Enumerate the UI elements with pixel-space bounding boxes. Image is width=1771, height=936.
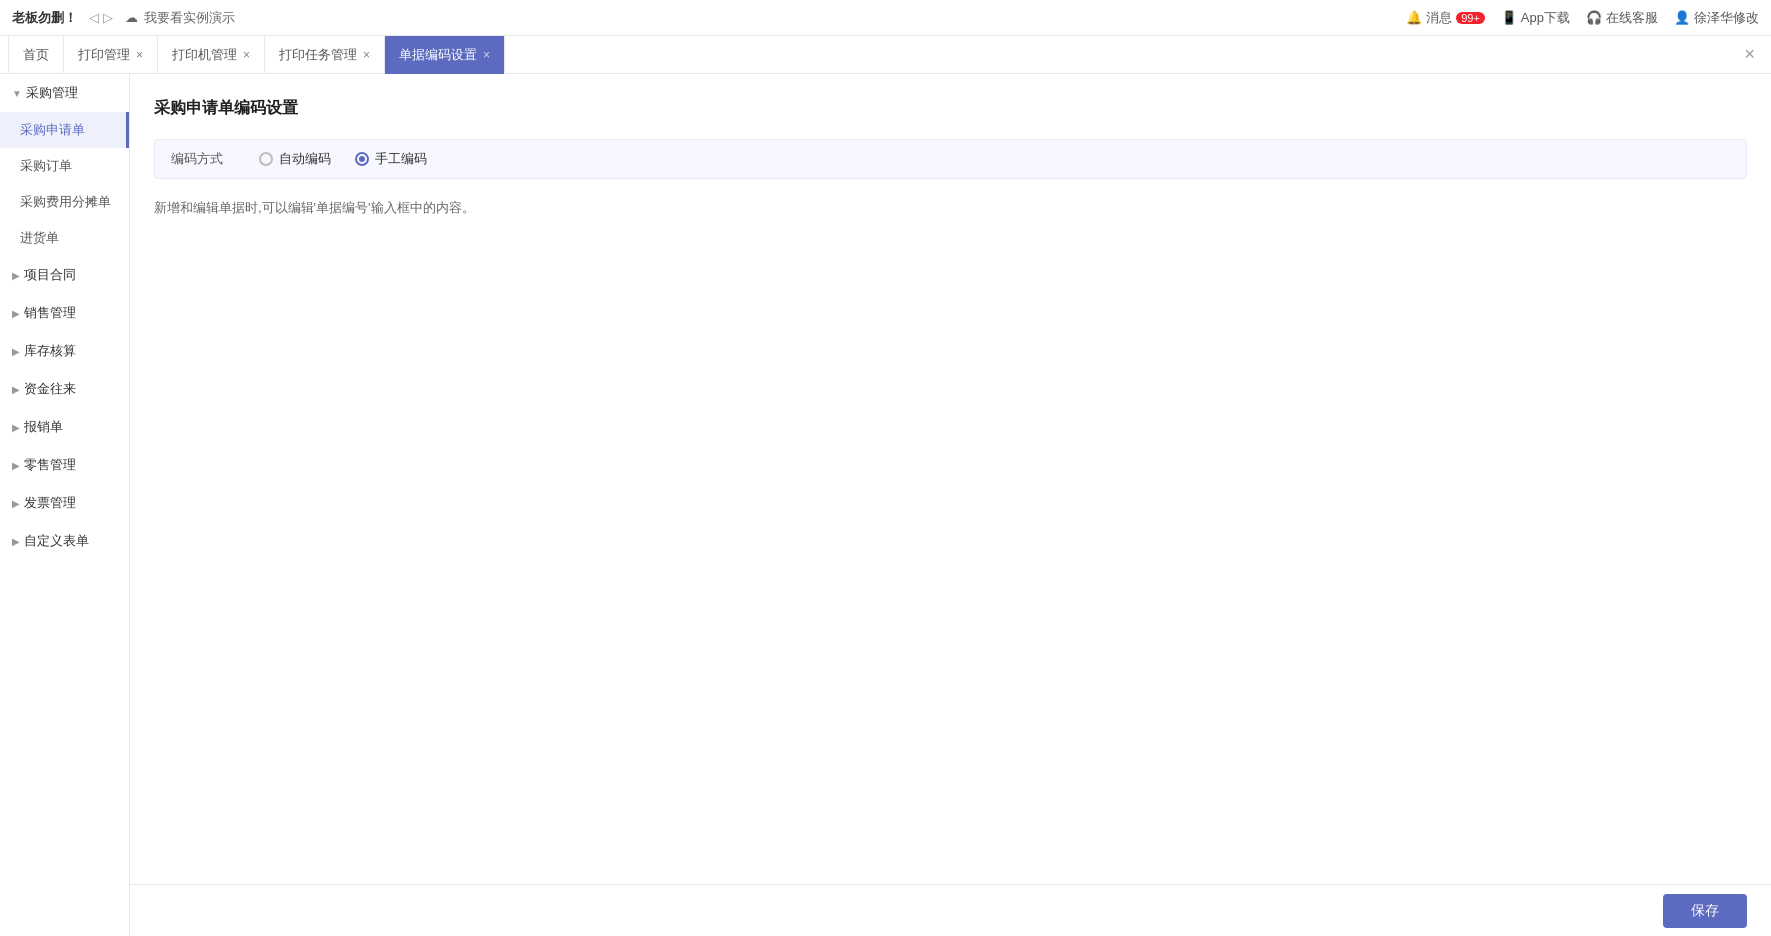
top-bar-left: 老板勿删！ ◁ ▷ ☁ 我要看实例演示 [12,9,235,27]
message-button[interactable]: 🔔 消息 99+ [1406,9,1485,27]
app-download-button[interactable]: 📱 App下载 [1501,9,1570,27]
sidebar-group-custom-header[interactable]: ▶ 自定义表单 [0,522,129,560]
sidebar-item-incoming-label: 进货单 [20,230,59,245]
sidebar-group-custom-label: 自定义表单 [24,532,89,550]
sidebar-item-purchase-order[interactable]: 采购订单 [0,148,129,184]
sidebar-group-invoice-header[interactable]: ▶ 发票管理 [0,484,129,522]
forward-arrow-icon[interactable]: ▷ [103,10,113,25]
custom-collapse-arrow: ▶ [12,536,20,547]
manual-code-radio-circle [355,152,369,166]
sidebar-group-invoice: ▶ 发票管理 [0,484,129,522]
sidebar-item-purchase-request[interactable]: 采购申请单 [0,112,129,148]
tab-printer-management-label: 打印机管理 [172,46,237,64]
online-service-label: 在线客服 [1606,9,1658,27]
sidebar-group-custom: ▶ 自定义表单 [0,522,129,560]
close-all-tabs[interactable]: × [1736,44,1763,65]
brand-text: 老板勿删！ [12,9,77,27]
search-area[interactable]: ☁ 我要看实例演示 [125,9,235,27]
sidebar-group-inventory: ▶ 库存核算 [0,332,129,370]
page-title: 采购申请单编码设置 [154,98,1747,119]
coding-method-row: 编码方式 自动编码 手工编码 [154,139,1747,179]
sidebar-group-invoice-label: 发票管理 [24,494,76,512]
sidebar-group-sales-header[interactable]: ▶ 销售管理 [0,294,129,332]
headset-icon: 🎧 [1586,10,1602,25]
sidebar-group-retail-header[interactable]: ▶ 零售管理 [0,446,129,484]
tab-print-task-close[interactable]: × [363,48,370,62]
purchase-collapse-arrow: ▼ [12,88,22,99]
online-service-button[interactable]: 🎧 在线客服 [1586,9,1658,27]
sidebar-item-purchase-cost[interactable]: 采购费用分摊单 [0,184,129,220]
auto-code-label: 自动编码 [279,150,331,168]
inventory-collapse-arrow: ▶ [12,346,20,357]
message-label: 消息 [1426,9,1452,27]
tab-print-task-label: 打印任务管理 [279,46,357,64]
sidebar-group-fund-header[interactable]: ▶ 资金往来 [0,370,129,408]
sidebar-item-purchase-request-label: 采购申请单 [20,122,85,137]
tab-printer-management-close[interactable]: × [243,48,250,62]
sidebar-group-sales-label: 销售管理 [24,304,76,322]
tab-home[interactable]: 首页 [8,36,64,74]
expense-collapse-arrow: ▶ [12,422,20,433]
sidebar-group-inventory-label: 库存核算 [24,342,76,360]
tab-print-task[interactable]: 打印任务管理 × [265,36,385,74]
bell-icon: 🔔 [1406,10,1422,25]
sidebar: ▼ 采购管理 采购申请单 采购订单 采购费用分摊单 进货单 ▶ 项目合同 [0,74,130,936]
sidebar-group-retail: ▶ 零售管理 [0,446,129,484]
nav-arrows[interactable]: ◁ ▷ [89,10,113,25]
sidebar-group-contract-label: 项目合同 [24,266,76,284]
search-text: 我要看实例演示 [144,9,235,27]
tab-bar: 首页 打印管理 × 打印机管理 × 打印任务管理 × 单据编码设置 × × [0,36,1771,74]
top-bar: 老板勿删！ ◁ ▷ ☁ 我要看实例演示 🔔 消息 99+ 📱 App下载 🎧 在… [0,0,1771,36]
tab-print-management-close[interactable]: × [136,48,143,62]
sidebar-group-sales: ▶ 销售管理 [0,294,129,332]
cloud-icon: ☁ [125,10,138,25]
sidebar-group-contract: ▶ 项目合同 [0,256,129,294]
app-download-label: App下载 [1521,9,1570,27]
avatar-icon: 👤 [1674,10,1690,25]
tab-printer-management[interactable]: 打印机管理 × [158,36,265,74]
sidebar-group-expense-header[interactable]: ▶ 报销单 [0,408,129,446]
content-area: 采购申请单编码设置 编码方式 自动编码 手工编码 新增和编辑单据时,可以编辑'单… [130,74,1771,936]
tab-print-management[interactable]: 打印管理 × [64,36,158,74]
sidebar-group-expense-label: 报销单 [24,418,63,436]
tab-voucher-code-close[interactable]: × [483,48,490,62]
username-label: 徐泽华修改 [1694,9,1759,27]
sidebar-item-purchase-cost-label: 采购费用分摊单 [20,194,111,209]
hint-text: 新增和编辑单据时,可以编辑'单据编号'输入框中的内容。 [154,199,1747,217]
content-footer: 保存 [130,884,1771,936]
sidebar-group-retail-label: 零售管理 [24,456,76,474]
sidebar-item-purchase-order-label: 采购订单 [20,158,72,173]
tab-home-label: 首页 [23,46,49,64]
sidebar-group-fund: ▶ 资金往来 [0,370,129,408]
phone-icon: 📱 [1501,10,1517,25]
sidebar-group-purchase-label: 采购管理 [26,84,78,102]
invoice-collapse-arrow: ▶ [12,498,20,509]
save-button[interactable]: 保存 [1663,894,1747,928]
contract-collapse-arrow: ▶ [12,270,20,281]
fund-collapse-arrow: ▶ [12,384,20,395]
auto-code-radio[interactable]: 自动编码 [259,150,331,168]
sales-collapse-arrow: ▶ [12,308,20,319]
message-badge: 99+ [1456,12,1485,24]
coding-method-label: 编码方式 [171,150,223,168]
top-bar-right: 🔔 消息 99+ 📱 App下载 🎧 在线客服 👤 徐泽华修改 [1406,9,1759,27]
sidebar-group-expense: ▶ 报销单 [0,408,129,446]
sidebar-group-fund-label: 资金往来 [24,380,76,398]
sidebar-group-inventory-header[interactable]: ▶ 库存核算 [0,332,129,370]
main-layout: ▼ 采购管理 采购申请单 采购订单 采购费用分摊单 进货单 ▶ 项目合同 [0,74,1771,936]
back-arrow-icon[interactable]: ◁ [89,10,99,25]
manual-code-radio[interactable]: 手工编码 [355,150,427,168]
auto-code-radio-circle [259,152,273,166]
sidebar-item-incoming[interactable]: 进货单 [0,220,129,256]
tab-voucher-code-label: 单据编码设置 [399,46,477,64]
sidebar-group-purchase-header[interactable]: ▼ 采购管理 [0,74,129,112]
content-inner: 采购申请单编码设置 编码方式 自动编码 手工编码 新增和编辑单据时,可以编辑'单… [130,74,1771,884]
tab-print-management-label: 打印管理 [78,46,130,64]
manual-code-label: 手工编码 [375,150,427,168]
retail-collapse-arrow: ▶ [12,460,20,471]
sidebar-group-purchase: ▼ 采购管理 采购申请单 采购订单 采购费用分摊单 进货单 [0,74,129,256]
sidebar-group-contract-header[interactable]: ▶ 项目合同 [0,256,129,294]
tab-voucher-code[interactable]: 单据编码设置 × [385,36,505,74]
user-menu[interactable]: 👤 徐泽华修改 [1674,9,1759,27]
